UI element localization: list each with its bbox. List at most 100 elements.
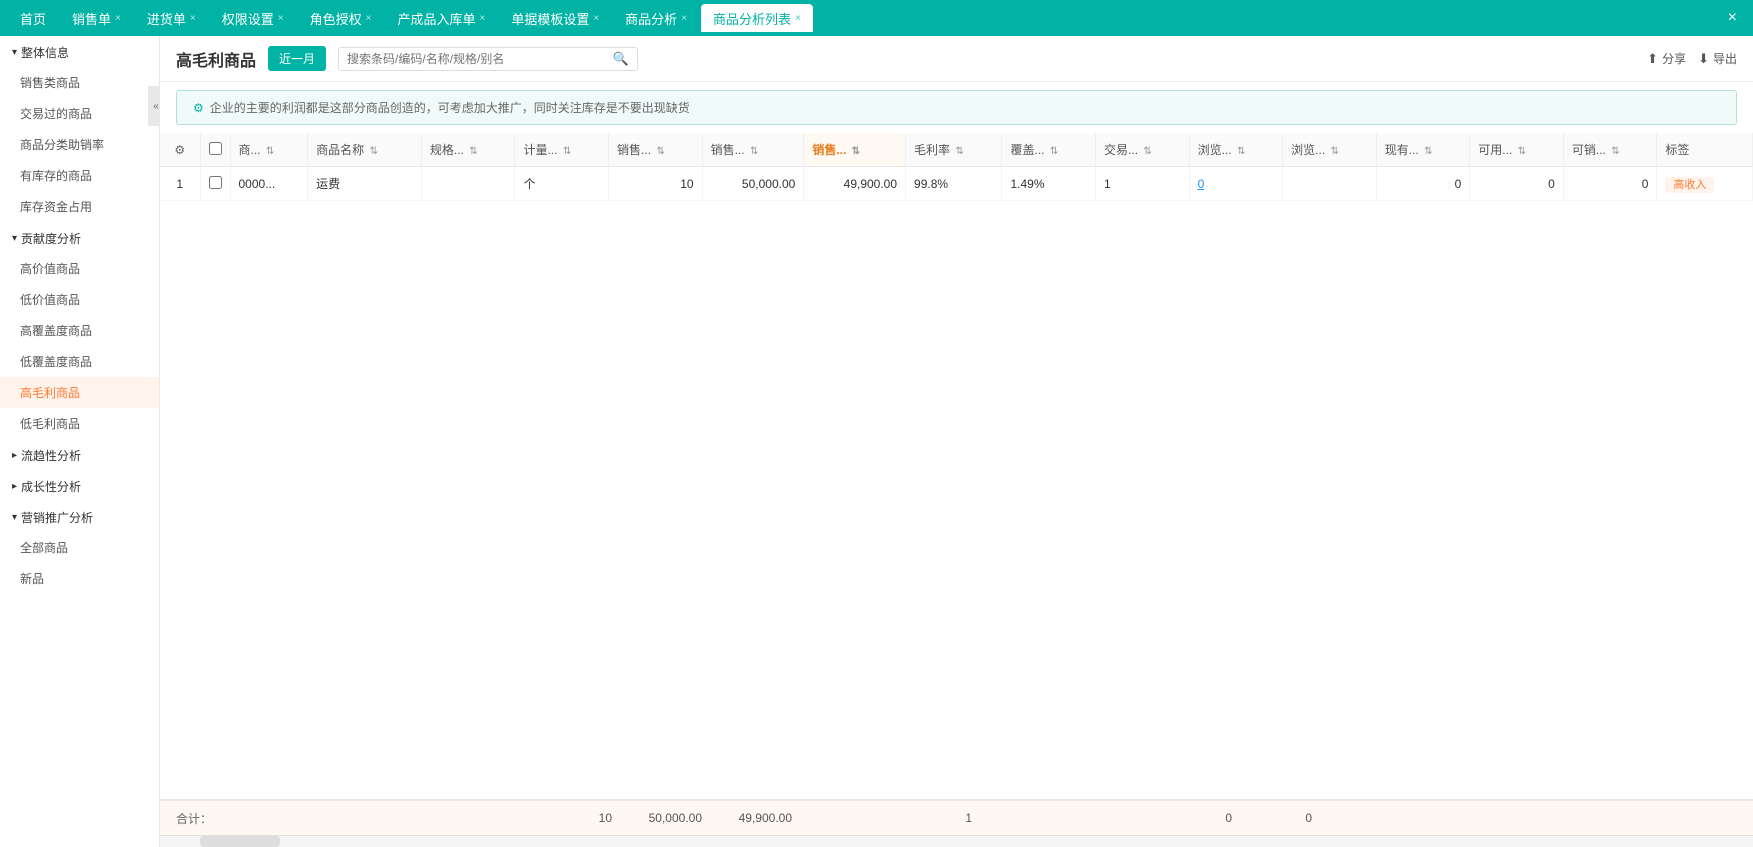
close-inventory-in-tab[interactable]: ×	[479, 13, 485, 24]
tab-product-analysis-list[interactable]: 商品分析列表 ×	[701, 4, 813, 32]
table-settings-icon[interactable]: ⚙	[174, 143, 185, 157]
sidebar-item-low-coverage[interactable]: 低覆盖度商品	[0, 346, 159, 377]
cell-spec	[421, 167, 515, 201]
sort-transaction-icon: ⇅	[1143, 146, 1151, 157]
sidebar-item-high-value[interactable]: 高价值商品	[0, 253, 159, 284]
sort-coverage-icon: ⇅	[1050, 146, 1058, 157]
sidebar-item-high-margin[interactable]: 高毛利商品	[0, 377, 159, 408]
th-sales-amount[interactable]: 销售... ⇅	[702, 133, 804, 167]
data-table: ⚙ 商... ⇅ 商品名称 ⇅	[160, 133, 1753, 201]
th-saleable-stock[interactable]: 可销... ⇅	[1563, 133, 1657, 167]
cell-unit: 个	[515, 167, 609, 201]
sort-saleable-stock-icon: ⇅	[1611, 146, 1619, 157]
th-checkbox[interactable]	[200, 133, 230, 167]
sidebar-group-marketing-items: 全部商品 新品	[0, 532, 159, 594]
sidebar-collapse-btn[interactable]: «	[148, 86, 160, 126]
search-icon[interactable]: 🔍	[613, 51, 629, 67]
search-input[interactable]	[347, 52, 613, 66]
th-sales-cost[interactable]: 销售... ⇅	[804, 133, 906, 167]
close-purchase-tab[interactable]: ×	[190, 13, 196, 24]
footer-label: 合计：	[176, 810, 212, 827]
table-wrapper: ⚙ 商... ⇅ 商品名称 ⇅	[160, 133, 1753, 799]
close-all-tabs[interactable]: ×	[1720, 9, 1745, 27]
footer-spacer1	[220, 811, 540, 825]
share-button[interactable]: ⬆ 分享	[1647, 50, 1686, 67]
tab-permissions[interactable]: 权限设置 ×	[210, 4, 296, 32]
info-banner: ⚙ 企业的主要的利润都是这部分商品创造的，可考虑加大推广，同时关注库存是不要出现…	[176, 90, 1737, 125]
footer-spacer4	[1070, 811, 1160, 825]
th-current-stock[interactable]: 现有... ⇅	[1376, 133, 1470, 167]
row-checkbox[interactable]	[209, 176, 222, 189]
sidebar-group-overall-items: 销售类商品 交易过的商品 商品分类助销率 有库存的商品 库存资金占用	[0, 67, 159, 222]
th-coverage[interactable]: 覆盖... ⇅	[1002, 133, 1096, 167]
th-settings[interactable]: ⚙	[160, 133, 200, 167]
horizontal-scrollbar[interactable]	[160, 835, 1753, 847]
arrow-down-icon: ▾	[12, 47, 17, 58]
tab-purchase[interactable]: 进货单 ×	[135, 4, 208, 32]
sidebar-group-contribution[interactable]: ▾ 贡献度分析	[0, 222, 159, 253]
close-permissions-tab[interactable]: ×	[278, 13, 284, 24]
th-code[interactable]: 商... ⇅	[230, 133, 308, 167]
sidebar-item-stock-capital[interactable]: 库存资金占用	[0, 191, 159, 222]
th-spec[interactable]: 规格... ⇅	[421, 133, 515, 167]
footer-usable-stock: 0	[1240, 811, 1320, 825]
sidebar: « ▾ 整体信息 销售类商品 交易过的商品 商品分类助销率 有库存的商品 库存资…	[0, 36, 160, 847]
th-view1[interactable]: 浏览... ⇅	[1189, 133, 1283, 167]
cell-sales-amount: 50,000.00	[702, 167, 804, 201]
sort-unit-icon: ⇅	[563, 146, 571, 157]
table-footer: 合计： 10 50,000.00 49,900.00 1 0 0	[160, 799, 1753, 835]
close-sales-tab[interactable]: ×	[115, 13, 121, 24]
th-name[interactable]: 商品名称 ⇅	[308, 133, 422, 167]
close-product-analysis-tab[interactable]: ×	[681, 13, 687, 24]
tab-inventory-in[interactable]: 产成品入库单 ×	[385, 4, 497, 32]
filter-recent-month[interactable]: 近一月	[268, 46, 326, 71]
th-margin-rate[interactable]: 毛利率 ⇅	[906, 133, 1002, 167]
sidebar-item-low-value[interactable]: 低价值商品	[0, 284, 159, 315]
sidebar-item-high-coverage[interactable]: 高覆盖度商品	[0, 315, 159, 346]
footer-transaction: 1	[900, 811, 980, 825]
export-button[interactable]: ⬇ 导出	[1698, 50, 1737, 67]
sidebar-group-trend[interactable]: ▸ 流趋性分析	[0, 439, 159, 470]
sidebar-item-all-goods[interactable]: 全部商品	[0, 532, 159, 563]
tab-product-analysis[interactable]: 商品分析 ×	[613, 4, 699, 32]
sidebar-item-sales-goods[interactable]: 销售类商品	[0, 67, 159, 98]
cell-view1[interactable]: 0	[1189, 167, 1283, 201]
sidebar-item-new-goods[interactable]: 新品	[0, 563, 159, 594]
close-template-tab[interactable]: ×	[593, 13, 599, 24]
cell-saleable-stock: 0	[1563, 167, 1657, 201]
cell-checkbox[interactable]	[200, 167, 230, 201]
cell-transaction: 1	[1096, 167, 1190, 201]
cell-code: 0000...	[230, 167, 308, 201]
sidebar-item-in-stock[interactable]: 有库存的商品	[0, 160, 159, 191]
sort-sales-amount-icon: ⇅	[750, 146, 758, 157]
sidebar-group-overall[interactable]: ▾ 整体信息	[0, 36, 159, 67]
share-icon: ⬆	[1647, 51, 1658, 67]
tab-home[interactable]: 首页	[8, 4, 58, 32]
th-sales-qty[interactable]: 销售... ⇅	[609, 133, 703, 167]
sidebar-item-traded-goods[interactable]: 交易过的商品	[0, 98, 159, 129]
export-icon: ⬇	[1698, 51, 1709, 67]
sidebar-item-category-rate[interactable]: 商品分类助销率	[0, 129, 159, 160]
th-view2[interactable]: 浏览... ⇅	[1283, 133, 1377, 167]
info-icon: ⚙	[193, 101, 204, 115]
sidebar-item-low-margin[interactable]: 低毛利商品	[0, 408, 159, 439]
sidebar-group-marketing[interactable]: ▾ 营销推广分析	[0, 501, 159, 532]
th-unit[interactable]: 计量... ⇅	[515, 133, 609, 167]
footer-sales-amount: 50,000.00	[620, 811, 710, 825]
cell-sales-cost: 49,900.00	[804, 167, 906, 201]
th-transaction[interactable]: 交易... ⇅	[1096, 133, 1190, 167]
tab-template-settings[interactable]: 单据模板设置 ×	[499, 4, 611, 32]
footer-sales-cost: 49,900.00	[710, 811, 800, 825]
close-roles-tab[interactable]: ×	[366, 13, 372, 24]
select-all-checkbox[interactable]	[209, 142, 222, 155]
sidebar-group-growth[interactable]: ▸ 成长性分析	[0, 470, 159, 501]
tab-roles[interactable]: 角色授权 ×	[298, 4, 384, 32]
close-product-analysis-list-tab[interactable]: ×	[795, 13, 801, 24]
tag-badge: 高收入	[1665, 177, 1714, 193]
sort-spec-icon: ⇅	[469, 146, 477, 157]
th-tag[interactable]: 标签	[1657, 133, 1753, 167]
th-usable-stock[interactable]: 可用... ⇅	[1470, 133, 1564, 167]
tab-sales[interactable]: 销售单 ×	[60, 4, 133, 32]
cell-margin-rate: 99.8%	[906, 167, 1002, 201]
sort-sales-qty-icon: ⇅	[656, 146, 664, 157]
